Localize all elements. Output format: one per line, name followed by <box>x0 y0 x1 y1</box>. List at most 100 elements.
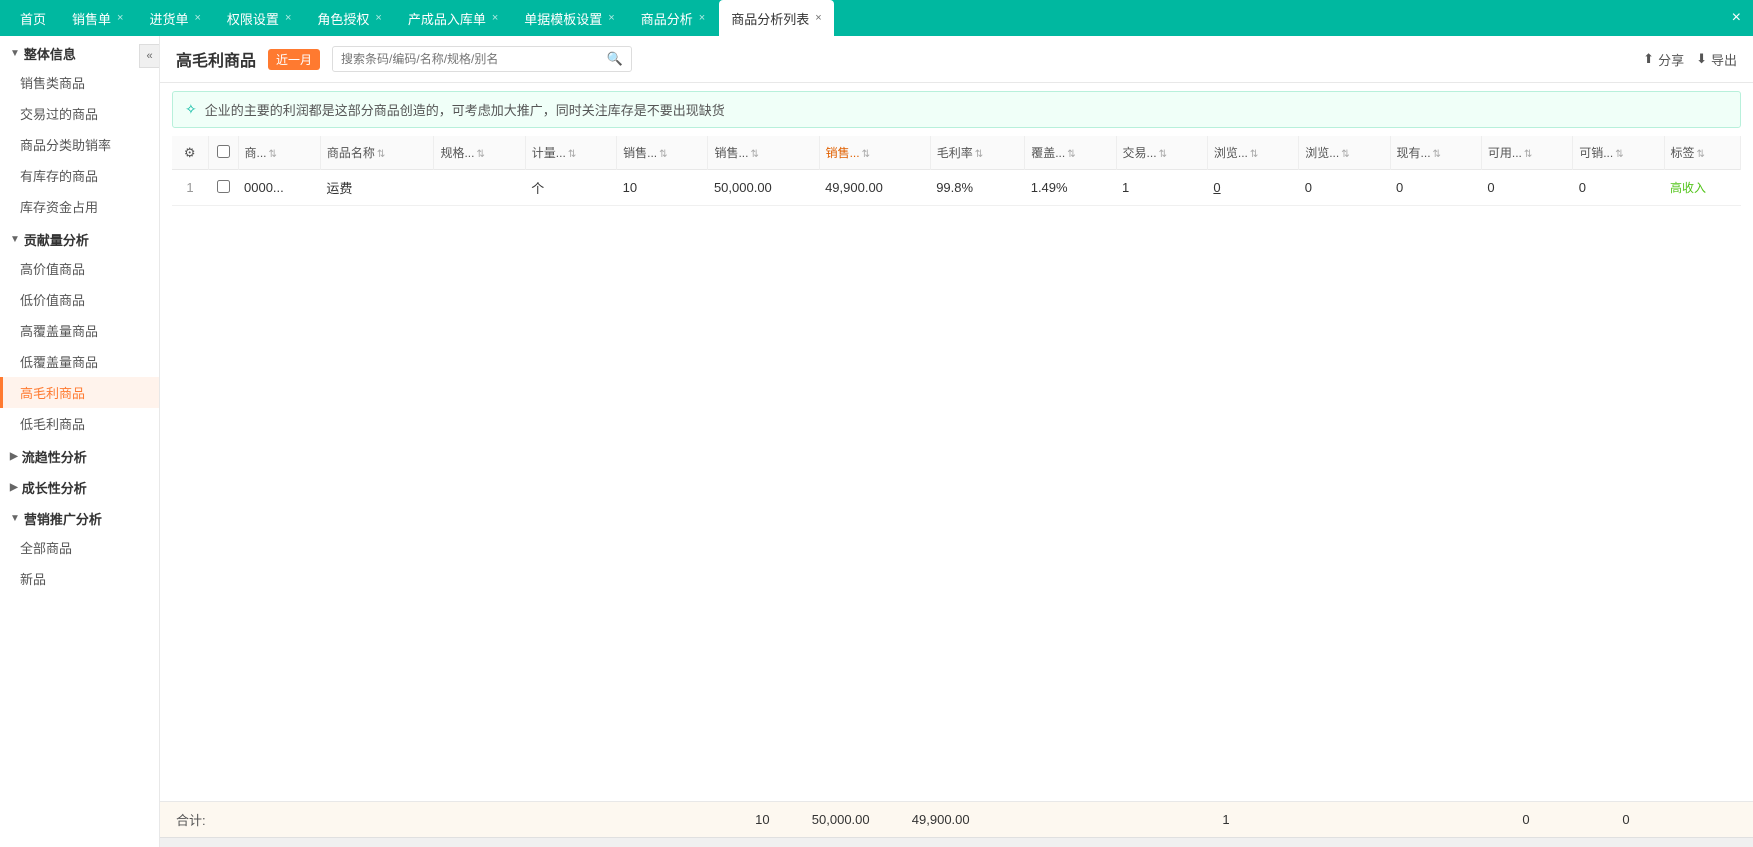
data-table-wrapper[interactable]: ⚙ 商...⇅ 商品名称⇅ 规格...⇅ 计量...⇅ 销售...⇅ 销售...… <box>172 136 1741 801</box>
nav-item-permissions[interactable]: 权限设置 × <box>215 0 303 36</box>
date-filter-button[interactable]: 近一月 <box>268 49 320 70</box>
col-current-stock[interactable]: 现有...⇅ <box>1390 136 1481 170</box>
share-button[interactable]: ⬆ 分享 <box>1643 50 1684 69</box>
sidebar-item-low-value[interactable]: 低价值商品 <box>0 284 159 315</box>
total-label: 合计: <box>176 810 206 829</box>
sidebar-item-high-margin[interactable]: 高毛利商品 <box>0 377 159 408</box>
nav-item-analysis[interactable]: 商品分析 × <box>629 0 717 36</box>
cell-transaction: 1 <box>1116 170 1207 206</box>
sidebar: « ▼ 整体信息 销售类商品 交易过的商品 商品分类助销率 有库存的商品 库存资… <box>0 36 160 847</box>
nav-close-inventory[interactable]: × <box>492 12 498 24</box>
row-checkbox[interactable] <box>217 180 230 193</box>
search-button[interactable]: 🔍 <box>599 47 631 71</box>
cell-saleable-stock: 0 <box>1573 170 1664 206</box>
sidebar-item-high-coverage[interactable]: 高覆盖量商品 <box>0 315 159 346</box>
nav-item-templates[interactable]: 单据模板设置 × <box>512 0 626 36</box>
col-settings[interactable]: ⚙ <box>172 136 208 170</box>
col-view1[interactable]: 浏览...⇅ <box>1207 136 1298 170</box>
footer-total: 合计: 10 50,000.00 49,900.00 1 0 0 <box>160 801 1753 837</box>
col-spec[interactable]: 规格...⇅ <box>434 136 525 170</box>
export-button[interactable]: ⬇ 导出 <box>1696 50 1737 69</box>
search-input[interactable] <box>333 48 599 70</box>
sidebar-collapse-btn[interactable]: « <box>139 44 159 68</box>
cell-checkbox[interactable] <box>208 170 238 206</box>
export-icon: ⬇ <box>1696 51 1707 67</box>
sidebar-item-category-rate[interactable]: 商品分类助销率 <box>0 129 159 160</box>
header-actions: ⬆ 分享 ⬇ 导出 <box>1643 50 1737 69</box>
nav-close-purchase[interactable]: × <box>194 12 200 24</box>
group-arrow-overall: ▼ <box>10 48 20 59</box>
cell-margin-rate: 99.8% <box>930 170 1025 206</box>
sidebar-item-traded-goods[interactable]: 交易过的商品 <box>0 98 159 129</box>
nav-item-sales[interactable]: 销售单 × <box>60 0 135 36</box>
total-transaction: 1 <box>1150 812 1230 827</box>
col-tag[interactable]: 标签⇅ <box>1664 136 1740 170</box>
cell-coverage: 1.49% <box>1025 170 1116 206</box>
table-header-row: ⚙ 商...⇅ 商品名称⇅ 规格...⇅ 计量...⇅ 销售...⇅ 销售...… <box>172 136 1741 170</box>
total-available-stock: 0 <box>1550 812 1630 827</box>
tag-high-income: 高收入 <box>1670 181 1706 195</box>
col-view2[interactable]: 浏览...⇅ <box>1299 136 1390 170</box>
sidebar-item-low-margin[interactable]: 低毛利商品 <box>0 408 159 439</box>
col-saleable-stock[interactable]: 可销...⇅ <box>1573 136 1664 170</box>
col-sales-amount[interactable]: 销售...⇅ <box>708 136 819 170</box>
info-banner: ✧ 企业的主要的利润都是这部分商品创造的，可考虑加大推广，同时关注库存是不要出现… <box>172 91 1741 128</box>
col-coverage[interactable]: 覆盖...⇅ <box>1025 136 1116 170</box>
nav-close-analysis[interactable]: × <box>699 12 705 24</box>
group-arrow-marketing: ▼ <box>10 513 20 524</box>
select-all-checkbox[interactable] <box>217 145 230 158</box>
sidebar-group-overall[interactable]: ▼ 整体信息 <box>0 36 159 67</box>
settings-icon: ⚙ <box>184 145 196 160</box>
col-sales-cost[interactable]: 销售...⇅ <box>819 136 930 170</box>
nav-item-purchase[interactable]: 进货单 × <box>137 0 212 36</box>
nav-item-inventory[interactable]: 产成品入库单 × <box>396 0 510 36</box>
col-available-stock[interactable]: 可用...⇅ <box>1481 136 1572 170</box>
nav-item-analysis-list[interactable]: 商品分析列表 × <box>719 0 833 36</box>
info-icon: ✧ <box>185 101 197 118</box>
sidebar-item-stock-capital[interactable]: 库存资金占用 <box>0 191 159 222</box>
cell-available-stock: 0 <box>1481 170 1572 206</box>
top-navigation: 首页 销售单 × 进货单 × 权限设置 × 角色授权 × 产成品入库单 × 单据… <box>0 0 1753 36</box>
col-transaction[interactable]: 交易...⇅ <box>1116 136 1207 170</box>
cell-tag: 高收入 <box>1664 170 1740 206</box>
sidebar-item-stocked-goods[interactable]: 有库存的商品 <box>0 160 159 191</box>
cell-sales-qty: 10 <box>617 170 708 206</box>
nav-close-roles[interactable]: × <box>375 12 381 24</box>
nav-close-templates[interactable]: × <box>608 12 614 24</box>
nav-close-permissions[interactable]: × <box>285 12 291 24</box>
data-table: ⚙ 商...⇅ 商品名称⇅ 规格...⇅ 计量...⇅ 销售...⇅ 销售...… <box>172 136 1741 206</box>
cell-current-stock: 0 <box>1390 170 1481 206</box>
sidebar-item-new-goods[interactable]: 新品 <box>0 563 159 594</box>
col-unit[interactable]: 计量...⇅ <box>525 136 616 170</box>
share-icon: ⬆ <box>1643 51 1654 67</box>
nav-close-all[interactable]: × <box>1732 9 1741 27</box>
cell-spec <box>434 170 525 206</box>
col-sales-qty[interactable]: 销售...⇅ <box>617 136 708 170</box>
nav-item-roles[interactable]: 角色授权 × <box>305 0 393 36</box>
sidebar-group-contribution[interactable]: ▼ 贡献量分析 <box>0 222 159 253</box>
search-box: 🔍 <box>332 46 632 72</box>
sidebar-item-sales-goods[interactable]: 销售类商品 <box>0 67 159 98</box>
sidebar-group-marketing[interactable]: ▼ 营销推广分析 <box>0 501 159 532</box>
col-code[interactable]: 商...⇅ <box>238 136 320 170</box>
view1-link[interactable]: 0 <box>1213 180 1220 195</box>
sidebar-group-growth[interactable]: ▶ 成长性分析 <box>0 470 159 501</box>
cell-view1[interactable]: 0 <box>1207 170 1298 206</box>
sidebar-item-all-goods[interactable]: 全部商品 <box>0 532 159 563</box>
group-arrow-trend: ▶ <box>10 451 18 462</box>
horizontal-scrollbar[interactable] <box>160 837 1753 847</box>
col-name[interactable]: 商品名称⇅ <box>320 136 434 170</box>
nav-close-analysis-list[interactable]: × <box>815 12 821 24</box>
nav-item-home[interactable]: 首页 <box>8 0 58 36</box>
sidebar-item-low-coverage[interactable]: 低覆盖量商品 <box>0 346 159 377</box>
nav-close-sales[interactable]: × <box>117 12 123 24</box>
sidebar-item-high-value[interactable]: 高价值商品 <box>0 253 159 284</box>
cell-name: 运费 <box>320 170 434 206</box>
cell-sales-amount: 50,000.00 <box>708 170 819 206</box>
col-margin-rate[interactable]: 毛利率⇅ <box>930 136 1025 170</box>
group-arrow-contribution: ▼ <box>10 234 20 245</box>
sidebar-group-trend[interactable]: ▶ 流趋性分析 <box>0 439 159 470</box>
col-checkbox[interactable] <box>208 136 238 170</box>
total-sales-amount: 50,000.00 <box>790 812 870 827</box>
group-arrow-growth: ▶ <box>10 482 18 493</box>
